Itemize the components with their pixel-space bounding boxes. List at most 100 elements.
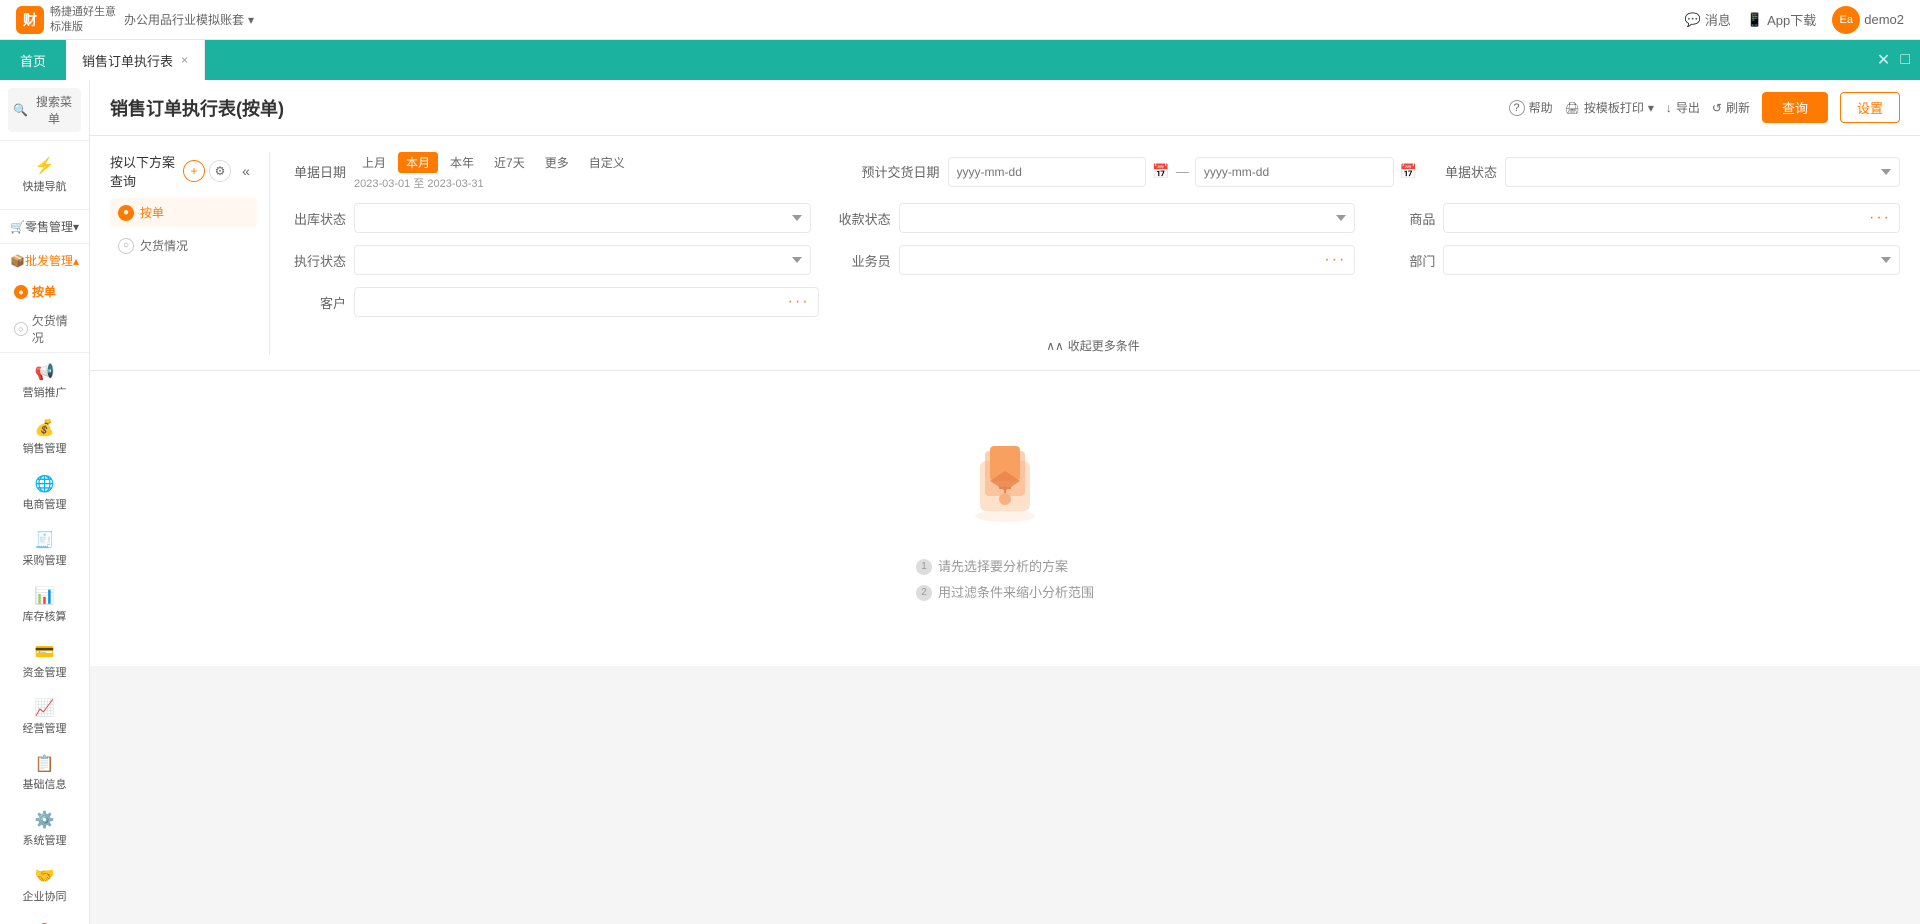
logo-text: 畅捷通好生意 标准版 — [50, 5, 116, 34]
system-icon: ⚙️ — [35, 810, 55, 830]
message-button[interactable]: 💬 消息 — [1685, 10, 1731, 29]
filter-layout: 按以下方案查询 + ⚙ « ● 按单 ○ 欠货情况 — [110, 152, 1900, 354]
message-icon: 💬 — [1685, 12, 1701, 28]
receipt-status-label: 收款状态 — [831, 209, 891, 228]
collapse-plan-button[interactable]: « — [235, 160, 257, 182]
exec-status-select[interactable] — [354, 245, 811, 275]
sidebar-item-basic[interactable]: 📋 基础信息 — [4, 746, 85, 800]
date-btn-last-month[interactable]: 上月 — [354, 152, 394, 173]
top-bar: 财 畅捷通好生意 标准版 办公用品行业模拟账套 ▾ 💬 消息 📱 App下载 E… — [0, 0, 1920, 40]
tab-expand-icon[interactable]: □ — [1900, 51, 1910, 69]
sidebar-item-wholesale[interactable]: 📦 批发管理 ▴ — [0, 244, 89, 277]
date-btn-this-month[interactable]: 本月 — [398, 152, 438, 173]
goods-more-icon[interactable]: ··· — [1869, 209, 1891, 227]
collapse-up-icon: ∧∧ — [1046, 339, 1064, 353]
sidebar-item-retail[interactable]: 🛒 零售管理 ▾ — [0, 210, 89, 243]
app-download-button[interactable]: 📱 App下载 — [1747, 10, 1816, 29]
sidebar-item-purchase[interactable]: 🧾 采购管理 — [4, 522, 85, 576]
tab-bar: 首页 销售订单执行表 × ✕ □ — [0, 40, 1920, 80]
sidebar: 🔍 搜索菜单 ⚡ 快捷导航 🛒 零售管理 ▾ 📦 批发管理 ▴ — [0, 80, 90, 924]
avatar: Ea — [1832, 6, 1860, 34]
plan-item-debt[interactable]: ○ 欠货情况 — [110, 231, 257, 260]
sidebar-item-sales[interactable]: 💰 销售管理 — [4, 410, 85, 464]
retail-icon: 🛒 — [10, 220, 25, 234]
sidebar-item-coop[interactable]: 🤝 企业协同 — [4, 858, 85, 912]
top-bar-right: 💬 消息 📱 App下载 Ea demo2 — [1685, 6, 1904, 34]
sidebar-item-inventory[interactable]: 📊 库存核算 — [4, 578, 85, 632]
plan-item-order[interactable]: ● 按单 — [110, 198, 257, 227]
stock-status-select[interactable] — [354, 203, 811, 233]
expected-date-end[interactable] — [1195, 157, 1394, 187]
empty-state: 1 请先选择要分析的方案 2 用过滤条件来缩小分析范围 — [90, 371, 1920, 666]
sidebar-item-ecommerce[interactable]: 🌐 电商管理 — [4, 466, 85, 520]
logo-icon: 财 — [16, 6, 44, 34]
search-menu-button[interactable]: 🔍 搜索菜单 — [8, 88, 81, 132]
inventory-icon: 📊 — [35, 586, 55, 606]
date-quick-buttons: 上月 本月 本年 近7天 更多 自定义 — [354, 152, 842, 173]
order-date-label: 单据日期 — [286, 162, 346, 181]
tip-num-2: 2 — [916, 585, 932, 601]
receipt-status-select[interactable] — [899, 203, 1356, 233]
breadcrumb-arrow-icon[interactable]: ▾ — [248, 13, 254, 27]
logo-area: 财 畅捷通好生意 标准版 — [16, 5, 116, 34]
user-area[interactable]: Ea demo2 — [1832, 6, 1904, 34]
quicknav-icon: ⚡ — [35, 156, 55, 176]
add-plan-button[interactable]: + — [183, 160, 205, 182]
print-arrow-icon: ▾ — [1648, 101, 1654, 115]
sidebar-item-marketing[interactable]: 📢 营销推广 — [4, 354, 85, 408]
calendar-start-icon: 📅 — [1152, 163, 1169, 180]
setting-button[interactable]: 设置 — [1840, 92, 1900, 123]
date-btn-more[interactable]: 更多 — [537, 152, 577, 173]
tip-num-1: 1 — [916, 559, 932, 575]
help-button[interactable]: ? 帮助 — [1509, 99, 1553, 116]
filter-order-status: 单据状态 — [1437, 157, 1900, 187]
salesperson-label: 业务员 — [831, 251, 891, 270]
calendar-end-icon: 📅 — [1400, 163, 1417, 180]
order-status-select[interactable] — [1505, 157, 1900, 187]
finance-icon: 💳 — [35, 642, 55, 662]
sidebar-item-system[interactable]: ⚙️ 系统管理 — [4, 802, 85, 856]
tab-home[interactable]: 首页 — [0, 40, 66, 80]
date-btn-this-year[interactable]: 本年 — [442, 152, 482, 173]
tab-close-window-icon[interactable]: ✕ — [1877, 50, 1890, 70]
stock-status-label: 出库状态 — [286, 209, 346, 228]
salesperson-more-icon[interactable]: ··· — [1324, 251, 1346, 269]
sidebar-sub-item-order[interactable]: ● 按单 — [0, 277, 89, 306]
exec-status-label: 执行状态 — [286, 251, 346, 270]
settings-plan-button[interactable]: ⚙ — [209, 160, 231, 182]
retail-arrow-icon: ▾ — [73, 220, 79, 234]
wholesale-arrow-icon: ▴ — [73, 254, 79, 268]
goods-label: 商品 — [1375, 209, 1435, 228]
sidebar-sub-item-debt[interactable]: ○ 欠货情况 — [0, 306, 89, 352]
sidebar-item-business[interactable]: 📈 经营管理 — [4, 690, 85, 744]
sidebar-item-newbie[interactable]: 🎯 新手引导 — [4, 914, 85, 924]
tab-sales-order[interactable]: 销售订单执行表 × — [66, 40, 205, 80]
query-button[interactable]: 查询 — [1762, 92, 1828, 123]
empty-tip-2: 2 用过滤条件来缩小分析范围 — [916, 580, 1094, 606]
print-icon: 🖨 — [1565, 101, 1580, 115]
filter-receipt-status: 收款状态 — [831, 203, 1356, 233]
filter-dept: 部门 — [1375, 245, 1900, 275]
date-range-text: 2023-03-01 至 2023-03-31 — [354, 175, 842, 191]
dept-select[interactable] — [1443, 245, 1900, 275]
date-btn-7days[interactable]: 近7天 — [486, 152, 533, 173]
wholesale-icon: 📦 — [10, 254, 25, 268]
print-button[interactable]: 🖨 按模板打印 ▾ — [1565, 99, 1654, 116]
expected-date-start[interactable] — [948, 157, 1147, 187]
sidebar-item-finance[interactable]: 💳 资金管理 — [4, 634, 85, 688]
tab-close-icon[interactable]: × — [181, 53, 188, 67]
collapse-more-button[interactable]: ∧∧ 收起更多条件 — [1046, 337, 1140, 354]
sidebar-item-quicknav[interactable]: ⚡ 快捷导航 — [4, 148, 85, 202]
sidebar-search-area: 🔍 搜索菜单 — [0, 80, 89, 141]
sales-icon: 💰 — [35, 418, 55, 438]
refresh-button[interactable]: ↺ 刷新 — [1712, 99, 1750, 116]
refresh-icon: ↺ — [1712, 101, 1722, 115]
page-header: 销售订单执行表(按单) ? 帮助 🖨 按模板打印 ▾ ↓ 导出 ↺ 刷新 — [90, 80, 1920, 136]
filter-row-1: 单据日期 上月 本月 本年 近7天 更多 自定义 20 — [286, 152, 1900, 191]
filter-row-4: 客户 ··· — [286, 287, 1900, 317]
page-title: 销售订单执行表(按单) — [110, 95, 284, 121]
export-button[interactable]: ↓ 导出 — [1666, 99, 1700, 116]
customer-more-icon[interactable]: ··· — [788, 293, 810, 311]
date-btn-custom[interactable]: 自定义 — [581, 152, 633, 173]
breadcrumb: 办公用品行业模拟账套 ▾ — [124, 11, 254, 28]
